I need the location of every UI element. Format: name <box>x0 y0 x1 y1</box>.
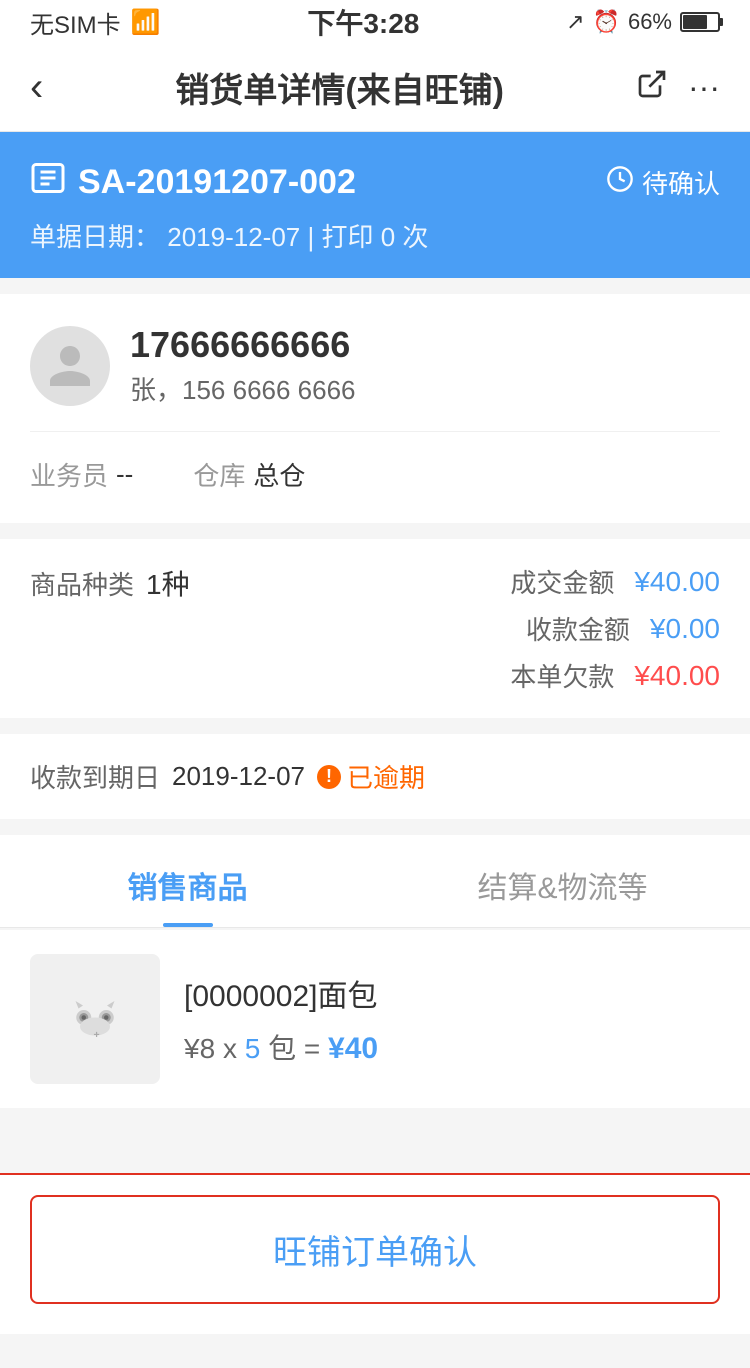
order-number-row: SA-20191207-002 待确认 <box>30 160 720 205</box>
warehouse-meta: 仓库 总仓 <box>193 456 305 493</box>
time-label: 下午3:28 <box>307 2 419 42</box>
tabs-bar: 销售商品 结算&物流等 <box>0 835 750 928</box>
overdue-text: 已逾期 <box>347 758 425 795</box>
confirm-button-area: 旺铺订单确认 <box>0 1173 750 1334</box>
product-name: [0000002]面包 <box>184 971 378 1015</box>
order-status-badge: 待确认 <box>606 164 720 201</box>
back-button[interactable]: ‹ <box>30 65 43 110</box>
nav-left: ‹ <box>30 65 43 110</box>
overdue-icon: ! <box>317 765 341 789</box>
avatar <box>30 326 110 406</box>
transaction-amount-row: 成交金额 ¥40.00 <box>510 563 720 600</box>
product-type: 商品种类 1种 <box>30 563 190 603</box>
nav-bar: ‹ 销货单详情(来自旺铺) ··· <box>0 44 750 132</box>
tab-products[interactable]: 销售商品 <box>0 835 375 927</box>
order-date-row: 单据日期： 2019-12-07 | 打印 0 次 <box>30 217 720 254</box>
customer-info: 17666666666 张，156 6666 6666 <box>130 324 356 407</box>
customer-name: 张，156 6666 6666 <box>130 370 356 407</box>
product-section: + [0000002]面包 ¥8 x 5 包 = ¥40 <box>0 930 750 1108</box>
summary-section: 商品种类 1种 成交金额 ¥40.00 收款金额 ¥0.00 本单欠款 ¥40.… <box>0 539 750 718</box>
due-label: 收款到期日 <box>30 758 160 795</box>
due-date-value: 2019-12-07 <box>172 761 305 792</box>
customer-phone: 17666666666 <box>130 324 356 366</box>
received-amount-value: ¥0.00 <box>650 613 720 645</box>
received-amount-row: 收款金额 ¥0.00 <box>526 610 720 647</box>
tab-settlement[interactable]: 结算&物流等 <box>375 835 750 927</box>
confirm-order-button[interactable]: 旺铺订单确认 <box>30 1195 720 1304</box>
due-date-section: 收款到期日 2019-12-07 ! 已逾期 <box>0 734 750 819</box>
wifi-icon: 📶 <box>131 8 161 37</box>
customer-section: 17666666666 张，156 6666 6666 业务员 -- 仓库 总仓 <box>0 294 750 523</box>
meta-row: 业务员 -- 仓库 总仓 <box>30 456 720 493</box>
doc-icon <box>30 160 66 205</box>
battery-label: 66% <box>628 9 672 35</box>
product-info: [0000002]面包 ¥8 x 5 包 = ¥40 <box>184 971 378 1067</box>
carrier-label: 无SIM卡 <box>30 5 121 40</box>
owed-amount-value: ¥40.00 <box>634 660 720 692</box>
status-bar: 无SIM卡 📶 下午3:28 ↗ ⏰ 66% <box>0 0 750 44</box>
clock-icon <box>606 165 634 200</box>
product-price: ¥8 x 5 包 = ¥40 <box>184 1027 378 1067</box>
battery-icon <box>680 12 720 32</box>
overdue-badge: ! 已逾期 <box>317 758 425 795</box>
share-icon[interactable] <box>636 68 668 108</box>
location-icon: ↗ <box>566 9 584 35</box>
amount-summary: 成交金额 ¥40.00 收款金额 ¥0.00 本单欠款 ¥40.00 <box>510 563 720 694</box>
status-right: ↗ ⏰ 66% <box>566 9 720 35</box>
status-left: 无SIM卡 📶 <box>30 5 161 40</box>
product-item: + [0000002]面包 ¥8 x 5 包 = ¥40 <box>30 954 720 1084</box>
page-title: 销货单详情(来自旺铺) <box>175 63 504 112</box>
alarm-icon: ⏰ <box>593 9 620 35</box>
customer-row: 17666666666 张，156 6666 6666 <box>30 324 720 407</box>
more-icon[interactable]: ··· <box>688 69 720 106</box>
nav-right: ··· <box>636 68 720 108</box>
transaction-amount-value: ¥40.00 <box>634 566 720 598</box>
product-thumbnail: + <box>30 954 160 1084</box>
salesperson-meta: 业务员 -- <box>30 456 133 493</box>
owed-amount-row: 本单欠款 ¥40.00 <box>510 657 720 694</box>
svg-text:+: + <box>94 1029 100 1041</box>
order-header-card: SA-20191207-002 待确认 单据日期： 2019-12-07 | 打… <box>0 132 750 278</box>
order-number: SA-20191207-002 <box>30 160 356 205</box>
